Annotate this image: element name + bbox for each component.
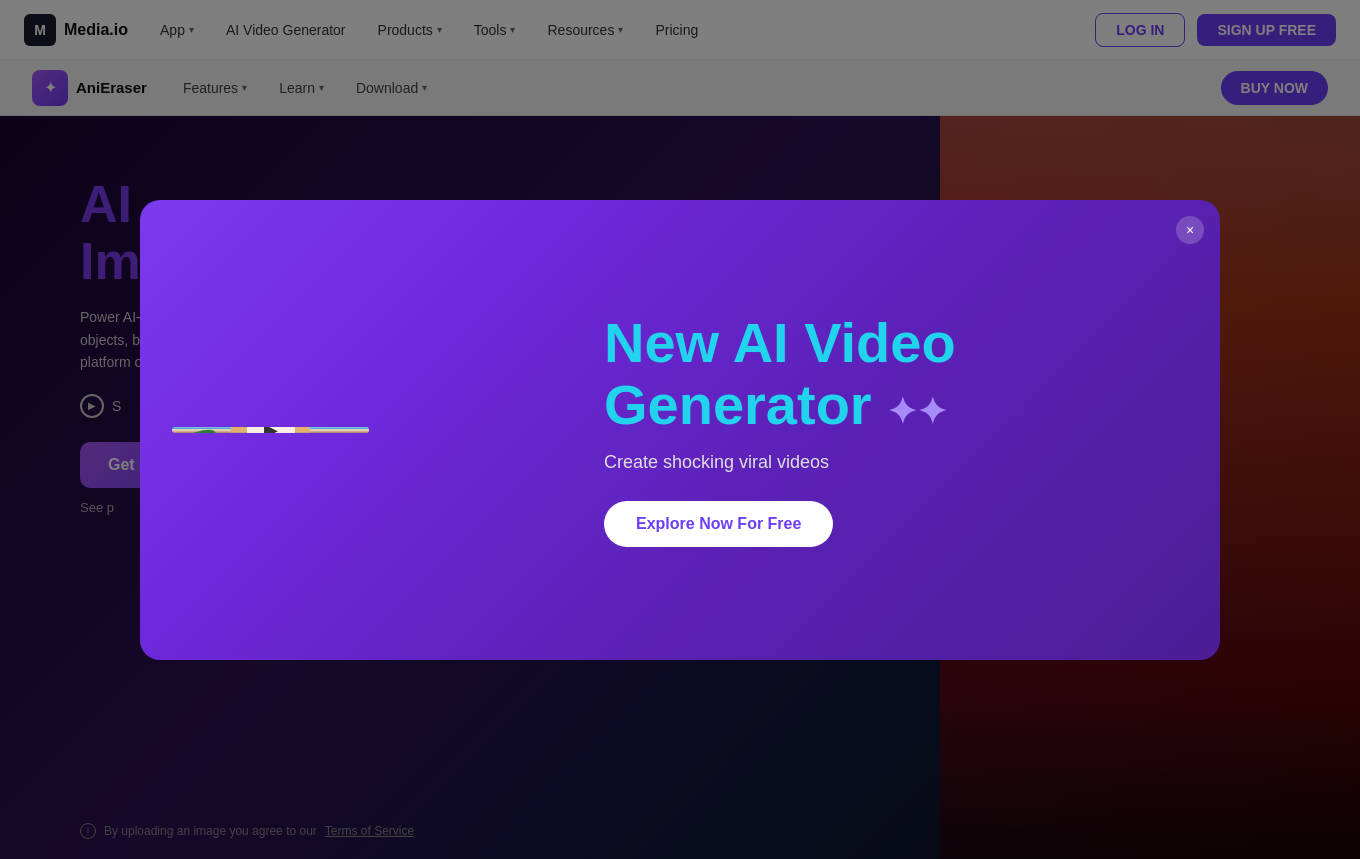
modal-image-grid: ▶ xyxy=(172,427,572,433)
modal-close-button[interactable]: × xyxy=(1176,216,1204,244)
modal-content: New AI Video Generator ✦✦ Create shockin… xyxy=(604,312,1188,546)
modal-dialog: × ▶ xyxy=(140,200,1220,660)
modal-title: New AI Video Generator ✦✦ xyxy=(604,312,1188,435)
modal-explore-button[interactable]: Explore Now For Free xyxy=(604,501,833,547)
modal-subtitle: Create shocking viral videos xyxy=(604,452,1188,473)
modal-image-woman: ▶ xyxy=(172,427,369,433)
play-overlay-icon[interactable]: ▶ xyxy=(247,427,295,433)
sparkle-icon: ✦✦ xyxy=(887,392,947,432)
modal-overlay[interactable]: × ▶ xyxy=(0,0,1360,859)
